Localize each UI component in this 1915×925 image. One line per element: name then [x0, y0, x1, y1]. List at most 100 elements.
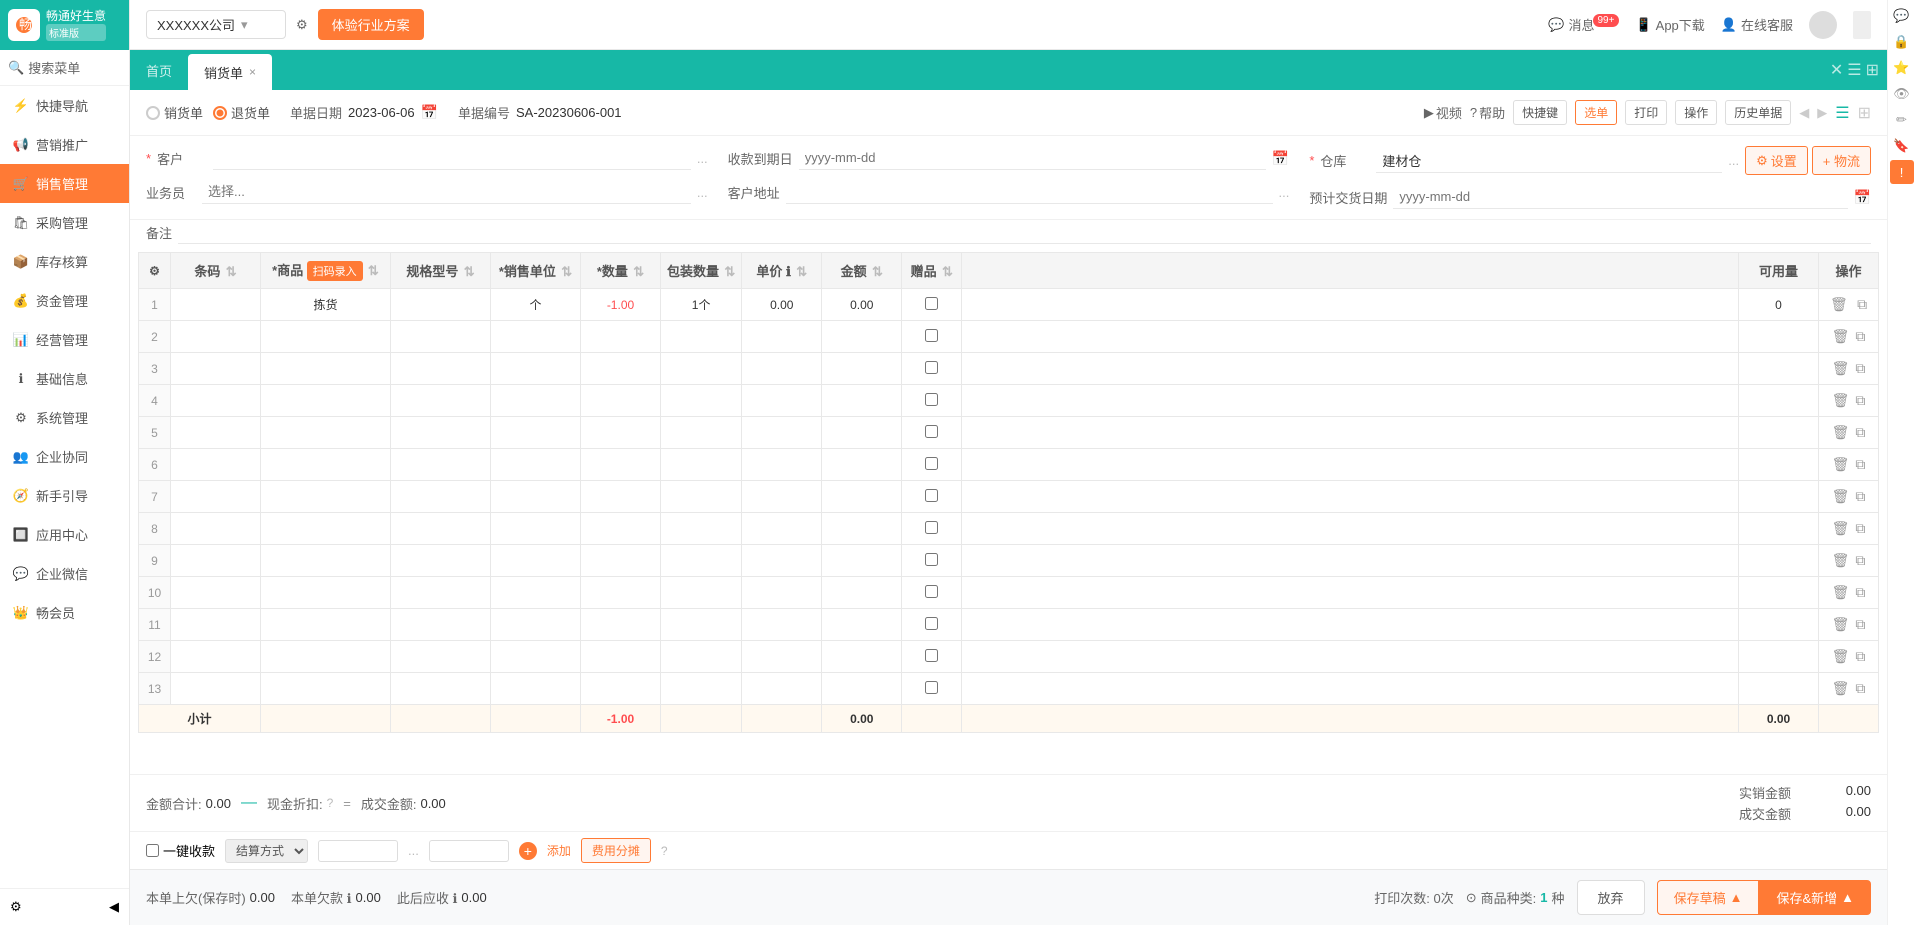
tab-sales-order[interactable]: 销货单 ×: [188, 54, 272, 90]
select-btn[interactable]: 选单: [1575, 100, 1617, 125]
grid-icon[interactable]: ⊞: [1858, 103, 1871, 123]
warehouse-dots[interactable]: ...: [1728, 153, 1739, 168]
copy-row-btn[interactable]: ⧉: [1852, 582, 1868, 603]
delete-row-btn[interactable]: 🗑: [1829, 518, 1853, 539]
cash-discount-help-icon[interactable]: ?: [327, 796, 334, 810]
customer-dots[interactable]: ...: [697, 151, 708, 166]
logistics-button[interactable]: + 物流: [1812, 146, 1871, 175]
scan-btn[interactable]: 扫码录入: [307, 261, 363, 281]
prev-icon[interactable]: ◀: [1799, 105, 1809, 121]
user-avatar[interactable]: [1809, 11, 1837, 39]
user-avatar2[interactable]: [1853, 11, 1871, 39]
tab-close-icon[interactable]: ×: [249, 65, 256, 79]
delete-row-btn[interactable]: 🗑: [1829, 390, 1853, 411]
cell-amount[interactable]: 0.00: [822, 289, 902, 321]
widget-edit[interactable]: ✏: [1890, 108, 1914, 132]
widget-alert[interactable]: !: [1890, 160, 1914, 184]
sales-order-radio[interactable]: 销货单: [146, 103, 203, 122]
delete-row-btn[interactable]: 🗑: [1829, 678, 1853, 699]
settings-button[interactable]: ⚙设置: [1745, 146, 1808, 175]
settle-method-select[interactable]: 结算方式: [225, 839, 308, 863]
delete-row-btn[interactable]: 🗑: [1829, 614, 1853, 635]
delete-row-btn[interactable]: 🗑: [1829, 646, 1853, 667]
collapse-icon[interactable]: ◀: [109, 899, 119, 915]
fenpei-help-icon[interactable]: ?: [661, 844, 668, 858]
gift-checkbox[interactable]: [925, 297, 938, 310]
sidebar-item-app-center[interactable]: 🔲 应用中心: [0, 515, 129, 554]
th-setting[interactable]: ⚙: [139, 253, 171, 289]
account-dots[interactable]: ...: [408, 843, 419, 858]
gift-sort-icon[interactable]: ⇅: [942, 264, 953, 279]
copy-row-btn[interactable]: ⧉: [1852, 678, 1868, 699]
list-icon[interactable]: ☰: [1835, 103, 1849, 123]
due-date-calendar-icon[interactable]: 📅: [1272, 150, 1289, 167]
help-link[interactable]: ?帮助: [1470, 103, 1505, 122]
address-dots[interactable]: ...: [1279, 185, 1290, 200]
cell-unit[interactable]: 个: [491, 289, 581, 321]
fenpei-button[interactable]: 费用分摊: [581, 838, 651, 863]
next-icon[interactable]: ▶: [1817, 105, 1827, 121]
one-key-pay-checkbox[interactable]: [146, 844, 159, 857]
salesman-dots[interactable]: ...: [697, 185, 708, 200]
cell-pack[interactable]: 1个: [661, 289, 742, 321]
expected-date-calendar-icon[interactable]: 📅: [1854, 189, 1871, 206]
message-button[interactable]: 💬 消息 99+: [1548, 15, 1619, 34]
goods-sort-icon[interactable]: ⇅: [368, 263, 379, 278]
copy-row-btn[interactable]: ⧉: [1852, 614, 1868, 635]
account-no-input[interactable]: [318, 840, 398, 862]
sidebar-item-member[interactable]: 👑 畅会员: [0, 593, 129, 632]
minus-icon[interactable]: —: [241, 794, 257, 812]
widget-eye[interactable]: 👁: [1890, 82, 1914, 106]
video-link[interactable]: ▶视频: [1424, 103, 1462, 122]
expected-date-input[interactable]: [1393, 185, 1847, 209]
due-date-input[interactable]: [799, 146, 1266, 170]
cell-price[interactable]: 0.00: [742, 289, 822, 321]
sidebar-item-purchase[interactable]: 🛍 采购管理: [0, 203, 129, 242]
pack-sort-icon[interactable]: ⇅: [724, 264, 735, 279]
amount-sort-icon[interactable]: ⇅: [872, 264, 883, 279]
delete-row-btn[interactable]: 🗑: [1829, 454, 1853, 475]
list-view-icon[interactable]: ☰: [1847, 60, 1861, 80]
amount-input[interactable]: [429, 840, 509, 862]
copy-row-btn[interactable]: ⧉: [1852, 390, 1868, 411]
delete-row-btn[interactable]: 🗑: [1829, 358, 1853, 379]
warehouse-input[interactable]: [1376, 149, 1722, 173]
copy-row-btn[interactable]: ⧉: [1852, 486, 1868, 507]
sidebar-item-basic-info[interactable]: ℹ 基础信息: [0, 359, 129, 398]
header-gear-icon[interactable]: ⚙: [296, 17, 308, 33]
cell-barcode[interactable]: [171, 289, 261, 321]
history-btn[interactable]: 历史单据: [1725, 100, 1791, 125]
copy-row-btn[interactable]: ⧉: [1852, 646, 1868, 667]
copy-row-btn[interactable]: ⧉: [1852, 518, 1868, 539]
customer-address-input[interactable]: [786, 180, 1273, 204]
sidebar-item-system[interactable]: ⚙ 系统管理: [0, 398, 129, 437]
price-sort-icon[interactable]: ⇅: [796, 264, 807, 279]
sidebar-item-sales[interactable]: 🛒 销售管理: [0, 164, 129, 203]
sidebar-item-collab[interactable]: 👥 企业协同: [0, 437, 129, 476]
abandon-button[interactable]: 放弃: [1577, 880, 1645, 915]
copy-row-btn[interactable]: ⧉: [1852, 358, 1868, 379]
barcode-sort-icon[interactable]: ⇅: [226, 264, 237, 279]
company-selector[interactable]: XXXXXX公司 ▾: [146, 10, 286, 39]
spec-sort-icon[interactable]: ⇅: [464, 264, 475, 279]
sidebar-item-marketing[interactable]: 📢 营销推广: [0, 125, 129, 164]
delete-row-btn[interactable]: 🗑: [1829, 550, 1853, 571]
cell-gift[interactable]: [902, 289, 962, 321]
trial-button[interactable]: 体验行业方案: [318, 9, 424, 40]
widget-lock[interactable]: 🔒: [1890, 30, 1914, 54]
sidebar-item-wechat[interactable]: 💬 企业微信: [0, 554, 129, 593]
copy-row-btn[interactable]: ⧉: [1852, 454, 1868, 475]
online-service-button[interactable]: 👤 在线客服: [1721, 15, 1793, 34]
sidebar-item-finance[interactable]: 💰 资金管理: [0, 281, 129, 320]
shortcut-btn[interactable]: 快捷键: [1513, 100, 1567, 125]
notes-input[interactable]: [178, 220, 1871, 244]
cell-qty[interactable]: -1.00: [581, 289, 661, 321]
sidebar-item-guide[interactable]: 🧭 新手引导: [0, 476, 129, 515]
widget-star[interactable]: ⭐: [1890, 56, 1914, 80]
delete-row-btn[interactable]: 🗑: [1829, 326, 1853, 347]
qty-sort-icon[interactable]: ⇅: [633, 264, 644, 279]
widget-chat[interactable]: 💬: [1890, 4, 1914, 28]
grid-view-icon[interactable]: ⊞: [1866, 60, 1879, 80]
cell-goods[interactable]: 拣货: [261, 289, 391, 321]
print-btn[interactable]: 打印: [1625, 100, 1667, 125]
